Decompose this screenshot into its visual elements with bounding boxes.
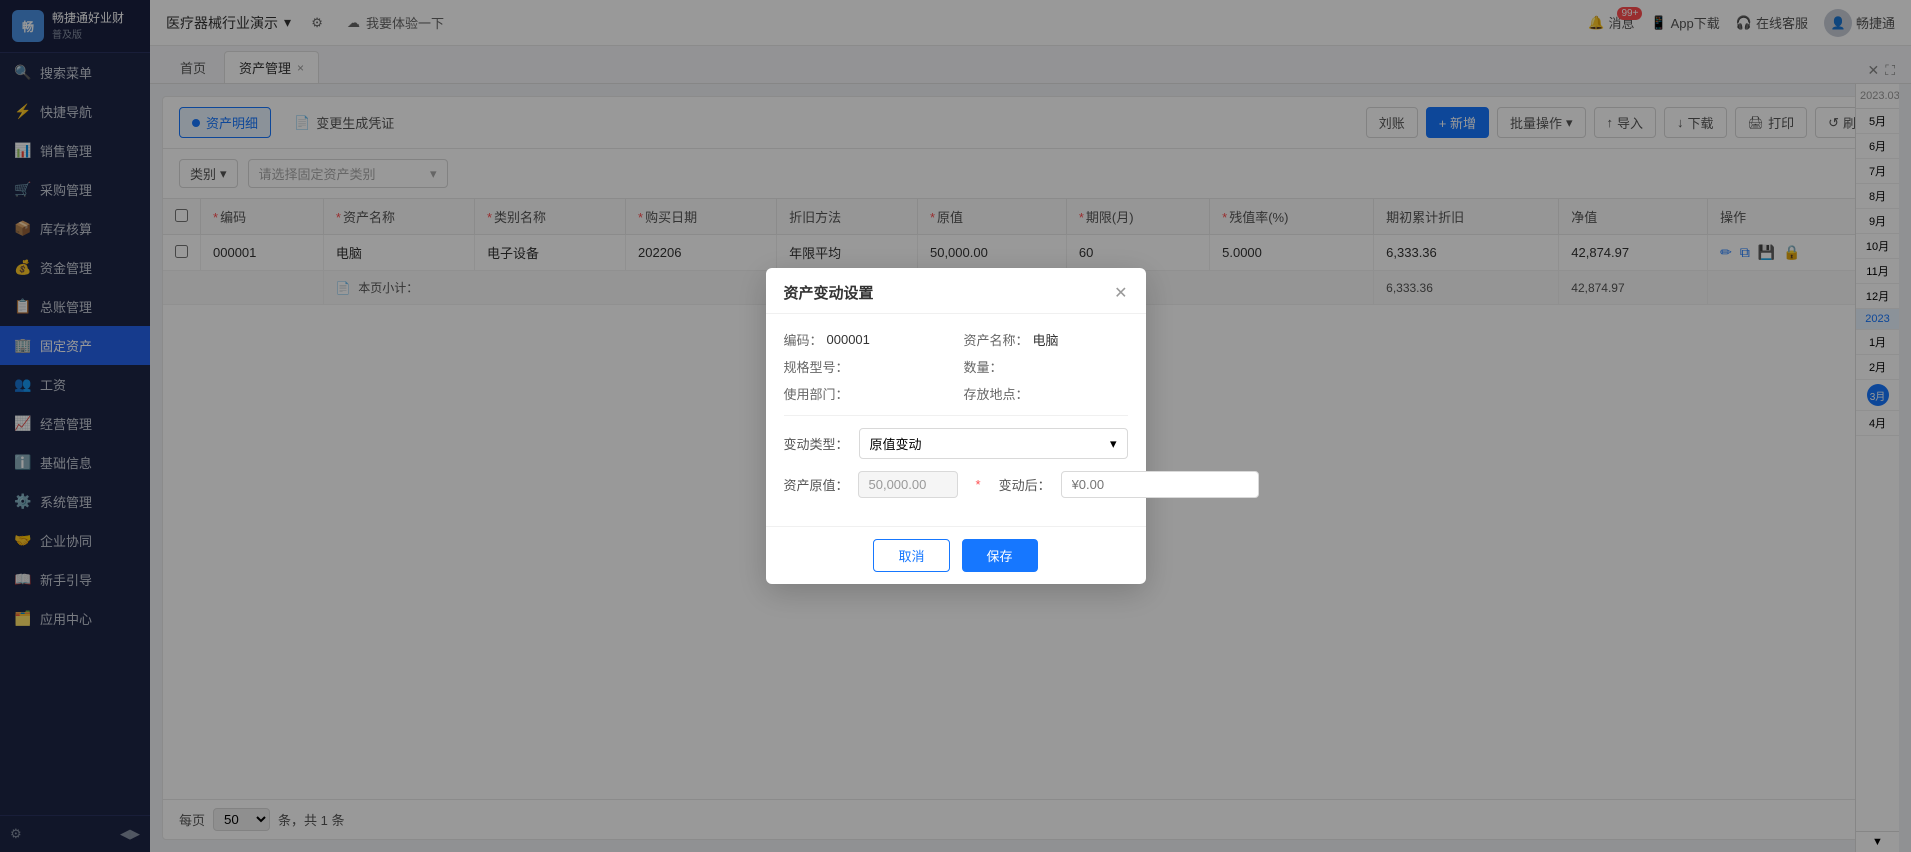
modal-title: 资产变动设置 <box>784 282 874 303</box>
modal-info-grid: 编码： 000001 资产名称： 电脑 规格型号： 数量： 使用部门： <box>784 330 1128 403</box>
modal-quantity-field: 数量： <box>964 357 1128 376</box>
modal-change-type-field: 变动类型： 原值变动 ▾ <box>784 428 1128 459</box>
modal-after-label: 变动后： <box>999 475 1051 494</box>
modal-change-type-label: 变动类型： <box>784 434 849 453</box>
modal-original-value-input <box>858 471 958 498</box>
modal-code-label: 编码： <box>784 330 823 349</box>
modal-header: 资产变动设置 ✕ <box>766 268 1146 314</box>
modal-change-type-dropdown-icon: ▾ <box>1110 436 1117 452</box>
modal-change-type-select[interactable]: 原值变动 ▾ <box>859 428 1128 459</box>
modal-close-btn[interactable]: ✕ <box>1114 283 1127 303</box>
modal-spec-label: 规格型号： <box>784 357 849 376</box>
modal-divider <box>784 415 1128 416</box>
modal-code-value: 000001 <box>827 332 870 347</box>
modal-quantity-label: 数量： <box>964 357 1003 376</box>
modal-location-label: 存放地点： <box>964 384 1029 403</box>
modal-name-label: 资产名称： <box>964 330 1029 349</box>
modal-value-field: 资产原值： * 变动后： <box>784 471 1128 498</box>
modal-body: 编码： 000001 资产名称： 电脑 规格型号： 数量： 使用部门： <box>766 314 1146 526</box>
modal-dept-field: 使用部门： <box>784 384 948 403</box>
modal-spec-field: 规格型号： <box>784 357 948 376</box>
modal-save-btn[interactable]: 保存 <box>962 539 1038 572</box>
modal-footer: 取消 保存 <box>766 526 1146 584</box>
modal-required-mark: * <box>976 477 981 492</box>
modal-cancel-btn[interactable]: 取消 <box>873 539 949 572</box>
modal-original-value-label: 资产原值： <box>784 475 848 494</box>
modal-name-value: 电脑 <box>1033 330 1059 349</box>
asset-change-modal: 资产变动设置 ✕ 编码： 000001 资产名称： 电脑 规格型号： 数量： <box>766 268 1146 584</box>
modal-save-label: 保存 <box>987 549 1013 564</box>
modal-change-type-value: 原值变动 <box>870 434 922 453</box>
modal-overlay: 资产变动设置 ✕ 编码： 000001 资产名称： 电脑 规格型号： 数量： <box>0 0 1911 852</box>
modal-code-field: 编码： 000001 <box>784 330 948 349</box>
modal-dept-label: 使用部门： <box>784 384 849 403</box>
modal-after-input[interactable] <box>1061 471 1259 498</box>
modal-location-field: 存放地点： <box>964 384 1128 403</box>
modal-cancel-label: 取消 <box>898 549 924 564</box>
modal-name-field: 资产名称： 电脑 <box>964 330 1128 349</box>
